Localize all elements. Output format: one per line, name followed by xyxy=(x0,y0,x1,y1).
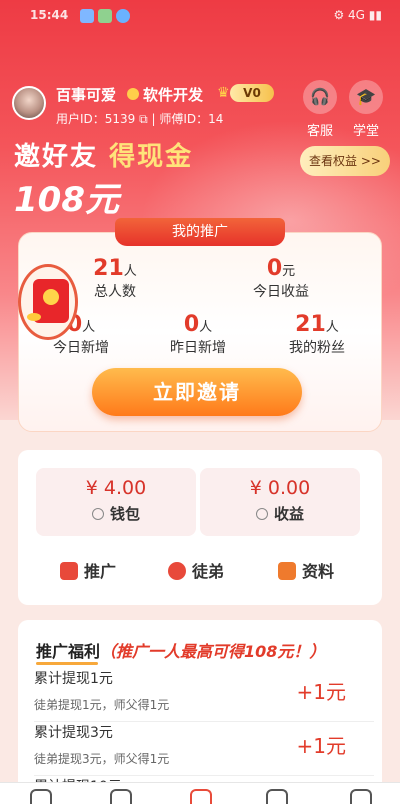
bottom-tab-bar xyxy=(0,782,400,804)
wallet-card: ¥ 4.00 钱包 ¥ 0.00 收益 推广 徒弟 资料 xyxy=(18,450,382,605)
headset-icon: 🎧 xyxy=(303,80,337,114)
quick-promote[interactable]: 推广 xyxy=(60,558,150,582)
tool-label: 学堂 xyxy=(352,124,379,139)
wallet-value: ¥ 4.00 xyxy=(85,477,147,499)
promote-tab-icon[interactable] xyxy=(190,789,212,804)
avatar[interactable] xyxy=(12,86,46,120)
apprentice-icon xyxy=(168,562,186,580)
mail-icon[interactable] xyxy=(110,789,132,804)
promotion-tab-label: 我的推广 xyxy=(115,218,285,246)
notification-icon xyxy=(116,9,130,23)
stat-yesterday-new: 0人 昨日新增 xyxy=(170,312,226,356)
user-nickname: 百事可爱 xyxy=(56,86,117,104)
benefit-row: 累计提现3元 徒弟提现3元，师父得1元 +1元 xyxy=(34,722,374,776)
document-icon xyxy=(278,562,296,580)
quick-apprentice[interactable]: 徒弟 xyxy=(168,558,258,582)
status-indicators: ⚙ 4G ▮▮ xyxy=(333,8,382,22)
tool-label: 客服 xyxy=(306,124,333,139)
invite-now-button[interactable]: 立即邀请 xyxy=(92,368,302,416)
wallet-box[interactable]: ¥ 4.00 钱包 xyxy=(36,468,196,536)
earnings-value: ¥ 0.00 xyxy=(249,477,311,499)
title-underline xyxy=(36,662,98,665)
quick-documents[interactable]: 资料 xyxy=(278,558,368,582)
benefits-card: 推广福利（推广一人最高可得108元！） 累计提现1元 徒弟提现1元，师父得1元 … xyxy=(18,620,382,804)
user-job: 软件开发 xyxy=(143,86,204,104)
wallet-icon xyxy=(91,508,104,520)
reward-amount: 108元 xyxy=(14,180,119,220)
notification-icon xyxy=(80,9,94,23)
red-packet-icon[interactable] xyxy=(18,264,78,340)
status-bar: 15:44 ⚙ 4G ▮▮ xyxy=(0,0,400,28)
status-time: 15:44 xyxy=(30,8,69,22)
money-bag-icon xyxy=(255,508,268,520)
video-icon[interactable] xyxy=(266,789,288,804)
view-benefits-button[interactable]: 查看权益 >> xyxy=(300,146,390,176)
graduation-cap-icon: 🎓 xyxy=(349,80,383,114)
benefit-row: 累计提现1元 徒弟提现1元，师父得1元 +1元 xyxy=(34,668,374,722)
earnings-box[interactable]: ¥ 0.00 收益 xyxy=(200,468,360,536)
stat-fans: 21人 我的粉丝 xyxy=(289,312,345,356)
crown-icon: ♛ xyxy=(217,85,230,101)
medal-icon xyxy=(127,88,139,100)
customer-service-button[interactable]: 🎧 客服 xyxy=(298,80,342,139)
notification-icon xyxy=(98,9,112,23)
vip-badge[interactable]: V0 xyxy=(230,84,274,102)
home-icon[interactable] xyxy=(30,789,52,804)
invite-headline: 邀好友 得现金 xyxy=(14,142,194,172)
user-ids: 用户ID：5139 ⧉ | 师傅ID：14 xyxy=(56,112,224,126)
promote-icon xyxy=(60,562,78,580)
profile-icon[interactable] xyxy=(350,789,372,804)
benefits-title: 推广福利（推广一人最高可得108元！） xyxy=(36,642,326,661)
stat-today-earnings: 0元 今日收益 xyxy=(253,256,309,300)
academy-button[interactable]: 🎓 学堂 xyxy=(344,80,388,139)
